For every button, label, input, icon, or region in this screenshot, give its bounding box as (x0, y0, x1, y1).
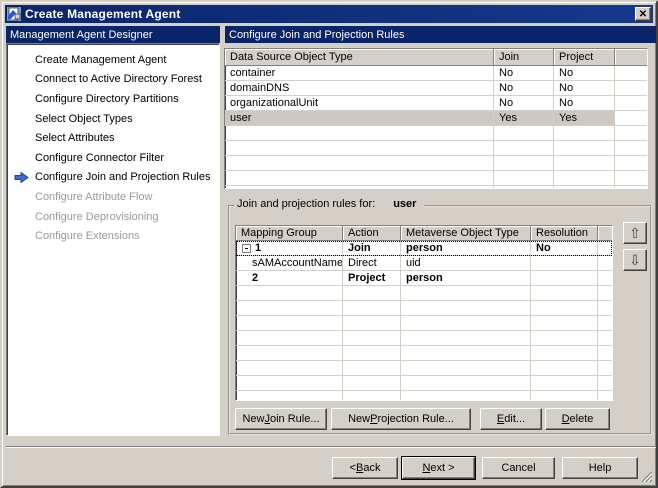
table-filler-row (225, 141, 647, 156)
table-filler-row (225, 171, 647, 186)
rule-row-samaccountname[interactable]: sAMAccountName Direct uid (236, 256, 612, 271)
column-header-join[interactable]: Join (494, 49, 554, 66)
column-header-metaverse-object-type[interactable]: Metaverse Object Type (401, 226, 531, 241)
next-button[interactable]: Next > (402, 457, 475, 479)
column-header-action[interactable]: Action (343, 226, 401, 241)
data-source-object-type-table: Data Source Object Type Join Project con… (224, 48, 648, 189)
sidebar-item-configure-attribute-flow: Configure Attribute Flow (7, 187, 219, 207)
selected-object-name: user (393, 198, 416, 210)
rule-row-projection-group-2[interactable]: 2 Project person (236, 271, 612, 286)
current-step-arrow-icon (14, 172, 29, 183)
sidebar-item-configure-directory-partitions[interactable]: Configure Directory Partitions (7, 89, 219, 109)
create-management-agent-dialog: Create Management Agent ✕ Management Age… (0, 0, 658, 488)
join-projection-rules-group: Join and projection rules for: user Mapp… (228, 205, 652, 435)
window-title: Create Management Agent (25, 7, 181, 21)
sidebar-item-connect-to-active-directory-forest[interactable]: Connect to Active Directory Forest (7, 70, 219, 90)
column-header-empty (598, 226, 612, 241)
table-filler-row (236, 301, 612, 316)
title-bar[interactable]: Create Management Agent ✕ (5, 5, 653, 23)
column-header-mapping-group[interactable]: Mapping Group (236, 226, 343, 241)
new-join-rule-button[interactable]: New Join Rule... (235, 408, 327, 430)
new-projection-rule-button[interactable]: New Projection Rule... (331, 408, 471, 430)
rules-group-label: Join and projection rules for: user (234, 198, 424, 210)
table-filler-row (236, 316, 612, 331)
edit-button[interactable]: Edit... (480, 408, 542, 430)
mapping-rules-table: Mapping Group Action Metaverse Object Ty… (235, 225, 613, 401)
table-filler-row (236, 346, 612, 361)
column-header-data-source-object-type[interactable]: Data Source Object Type (225, 49, 494, 66)
sidebar-item-configure-extensions: Configure Extensions (7, 226, 219, 246)
sidebar-item-select-object-types[interactable]: Select Object Types (7, 109, 219, 129)
app-icon (7, 7, 21, 21)
sidebar-item-configure-join-and-projection-rules[interactable]: Configure Join and Projection Rules (7, 168, 219, 188)
down-arrow-icon: ⇩ (629, 253, 641, 267)
table-filler-row (236, 376, 612, 391)
table-filler-row (236, 361, 612, 376)
table-filler-row (236, 286, 612, 301)
footer-divider (6, 446, 656, 448)
close-icon[interactable]: ✕ (635, 7, 651, 21)
column-header-resolution[interactable]: Resolution (531, 226, 598, 241)
object-table-header: Data Source Object Type Join Project (225, 49, 647, 66)
table-filler-row (236, 391, 612, 401)
collapse-icon[interactable] (242, 244, 251, 253)
delete-button[interactable]: Delete (545, 408, 610, 430)
table-filler-row (225, 156, 647, 171)
column-header-project[interactable]: Project (554, 49, 615, 66)
resize-grip[interactable] (639, 469, 652, 482)
main-panel-header: Configure Join and Projection Rules (225, 26, 656, 43)
table-filler-row (225, 186, 647, 189)
table-row-user-selected[interactable]: user Yes Yes (225, 111, 647, 126)
table-row-organizationalunit[interactable]: organizationalUnit No No (225, 96, 647, 111)
sidebar-item-configure-connector-filter[interactable]: Configure Connector Filter (7, 148, 219, 168)
wizard-step-list: Create Management Agent Connect to Activ… (6, 43, 220, 436)
column-header-empty (615, 49, 647, 66)
sidebar-item-configure-deprovisioning: Configure Deprovisioning (7, 207, 219, 227)
table-row-container[interactable]: container No No (225, 66, 647, 81)
back-button[interactable]: < Back (332, 457, 398, 479)
move-up-button[interactable]: ⇧ (623, 222, 647, 244)
rule-row-join-group-1[interactable]: 1 Join person No (236, 241, 612, 256)
table-row-domaindns[interactable]: domainDNS No No (225, 81, 647, 96)
move-down-button[interactable]: ⇩ (623, 249, 647, 271)
sidebar-header: Management Agent Designer (6, 26, 220, 43)
sidebar-item-create-management-agent[interactable]: Create Management Agent (7, 50, 219, 70)
cancel-button[interactable]: Cancel (482, 457, 555, 479)
rules-table-header: Mapping Group Action Metaverse Object Ty… (236, 226, 612, 241)
table-filler-row (225, 126, 647, 141)
sidebar-item-select-attributes[interactable]: Select Attributes (7, 128, 219, 148)
help-button[interactable]: Help (562, 457, 638, 479)
up-arrow-icon: ⇧ (629, 226, 641, 240)
table-filler-row (236, 331, 612, 346)
